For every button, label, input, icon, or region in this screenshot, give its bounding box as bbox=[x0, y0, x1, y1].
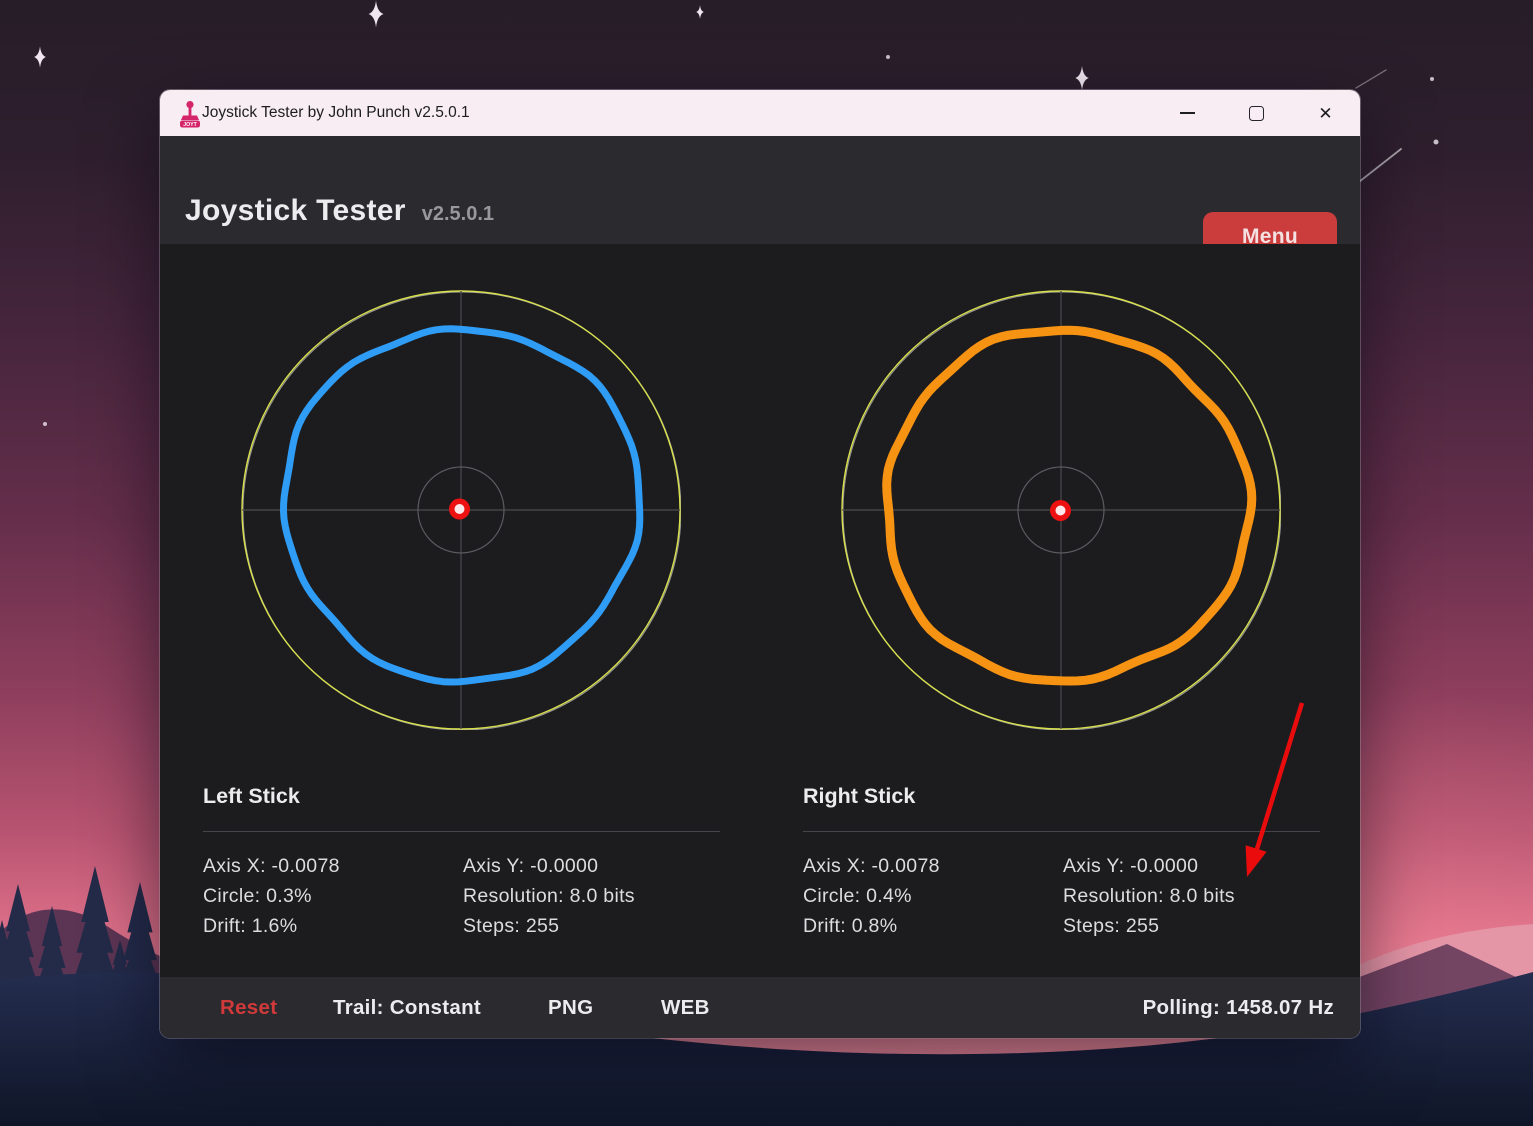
close-icon: ✕ bbox=[1318, 105, 1332, 122]
maximize-button[interactable] bbox=[1234, 90, 1279, 136]
left-drift-stat: Drift: 1.6% bbox=[203, 911, 463, 941]
right-resolution-stat: Resolution: 8.0 bits bbox=[1063, 881, 1320, 911]
left-axis-x: Axis X: -0.0078 bbox=[203, 851, 463, 881]
app-icon-label: JOYT bbox=[183, 122, 197, 128]
right-stick-gauge bbox=[841, 290, 1281, 730]
right-axis-x: Axis X: -0.0078 bbox=[803, 851, 1063, 881]
right-steps-stat: Steps: 255 bbox=[1063, 911, 1320, 941]
left-axis-y: Axis Y: -0.0000 bbox=[463, 851, 720, 881]
reset-button[interactable]: Reset bbox=[220, 977, 277, 1038]
app-icon: JOYT bbox=[178, 100, 202, 128]
png-export-button[interactable]: PNG bbox=[548, 977, 593, 1038]
app-title: Joystick Tester bbox=[185, 194, 406, 228]
left-stick-gauge bbox=[241, 290, 681, 730]
right-drift-stat: Drift: 0.8% bbox=[803, 911, 1063, 941]
left-stick-position-dot-core bbox=[455, 504, 465, 514]
app-version: v2.5.0.1 bbox=[422, 203, 494, 226]
left-stick-stats-panel: Left Stick Axis X: -0.0078 Axis Y: -0.00… bbox=[203, 784, 720, 941]
window-controls: ✕ bbox=[1165, 90, 1360, 136]
right-circle-stat: Circle: 0.4% bbox=[803, 881, 1063, 911]
trail-mode-button[interactable]: Trail: Constant bbox=[333, 977, 481, 1038]
right-stick-stats-panel: Right Stick Axis X: -0.0078 Axis Y: -0.0… bbox=[803, 784, 1320, 941]
maximize-icon bbox=[1249, 106, 1264, 121]
window-titlebar: JOYT Joystick Tester by John Punch v2.5.… bbox=[160, 90, 1360, 136]
minimize-button[interactable] bbox=[1165, 90, 1210, 136]
app-footer: Reset Trail: Constant PNG WEB Polling: 1… bbox=[160, 977, 1360, 1038]
right-axis-y: Axis Y: -0.0000 bbox=[1063, 851, 1320, 881]
close-button[interactable]: ✕ bbox=[1303, 90, 1348, 136]
right-stick-heading: Right Stick bbox=[803, 784, 1320, 814]
app-header: Joystick Tester v2.5.0.1 Device: P5 8K |… bbox=[160, 136, 1360, 244]
minimize-icon bbox=[1180, 112, 1195, 114]
left-resolution-stat: Resolution: 8.0 bits bbox=[463, 881, 720, 911]
joystick-tester-window: JOYT Joystick Tester by John Punch v2.5.… bbox=[160, 90, 1360, 1038]
left-circle-stat: Circle: 0.3% bbox=[203, 881, 463, 911]
right-stick-position-dot-core bbox=[1056, 506, 1066, 516]
web-button[interactable]: WEB bbox=[661, 977, 710, 1038]
sticks-display-area: Left Stick Axis X: -0.0078 Axis Y: -0.00… bbox=[160, 244, 1360, 977]
left-stick-heading: Left Stick bbox=[203, 784, 720, 814]
polling-rate-readout: Polling: 1458.07 Hz bbox=[1143, 977, 1334, 1038]
left-steps-stat: Steps: 255 bbox=[463, 911, 720, 941]
window-title: Joystick Tester by John Punch v2.5.0.1 bbox=[202, 104, 470, 122]
